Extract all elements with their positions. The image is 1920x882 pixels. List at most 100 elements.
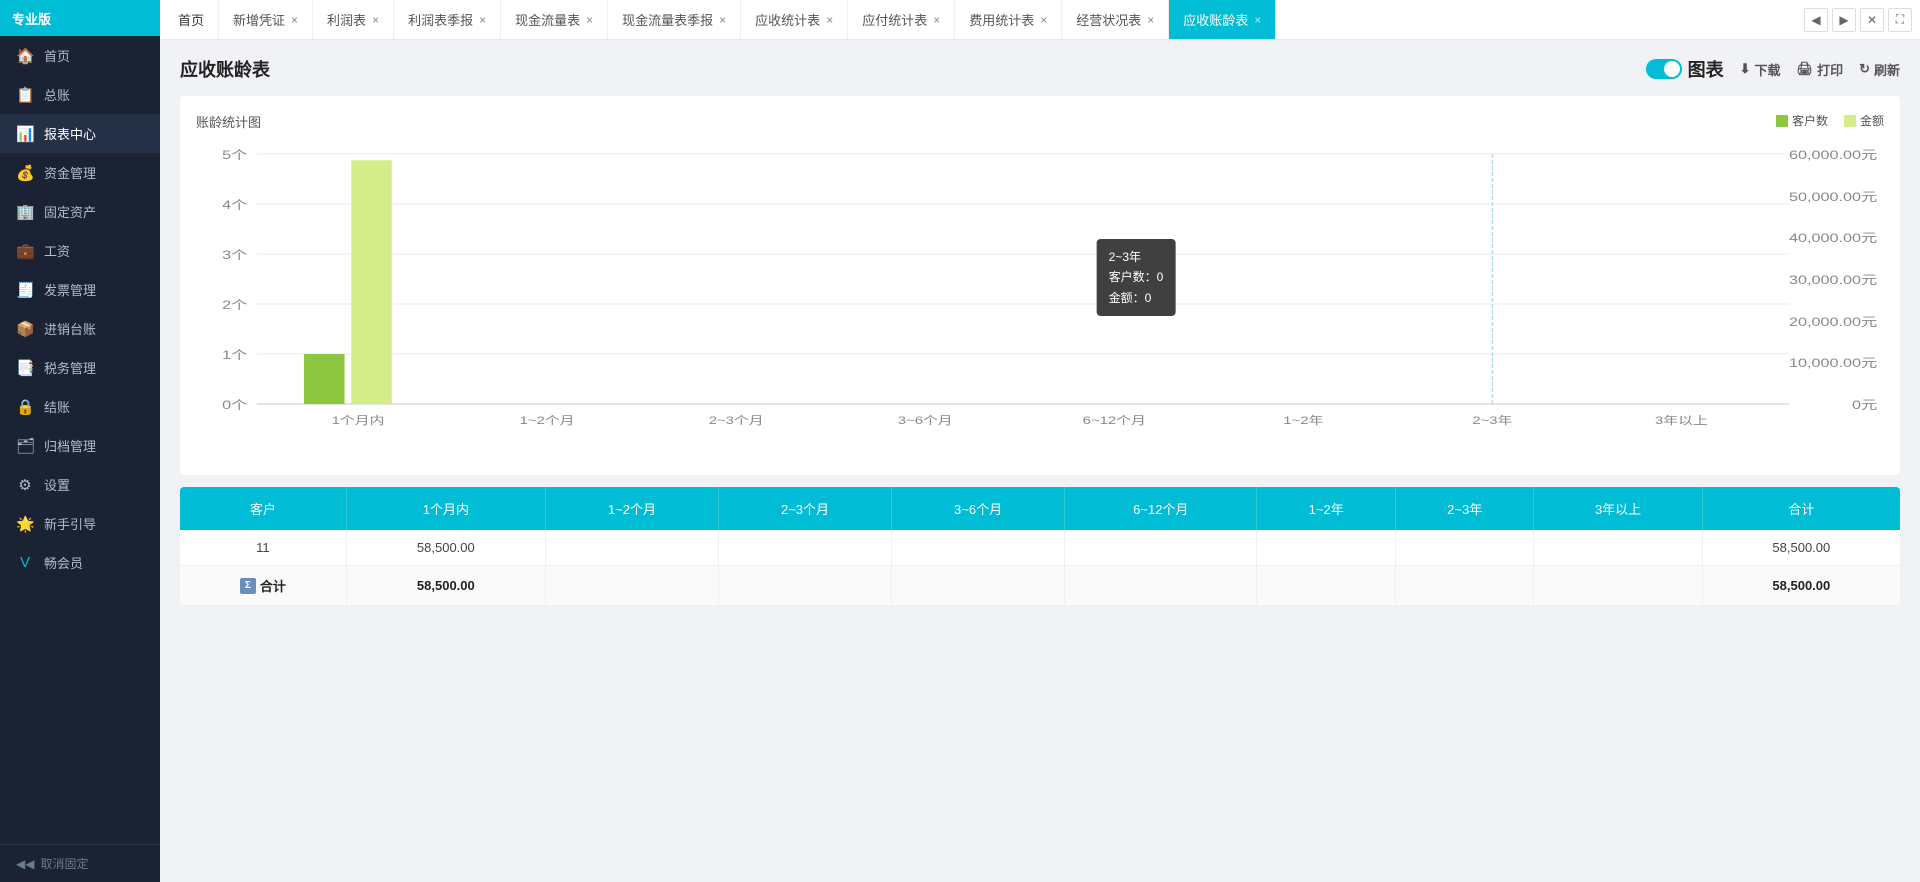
tab-expand-btn[interactable]: ⛶ xyxy=(1888,8,1912,32)
tab-voucher-close[interactable]: × xyxy=(291,13,298,27)
print-icon: 🖨 xyxy=(1797,61,1814,77)
sidebar-item-label: 畅会员 xyxy=(44,553,83,572)
total-label-text: 合计 xyxy=(260,576,286,595)
tab-profit-quarter[interactable]: 利润表季报 × xyxy=(394,0,501,40)
tab-ar-stat[interactable]: 应收统计表 × xyxy=(741,0,848,40)
chart-toggle-group: 图表 xyxy=(1646,56,1724,82)
svg-text:10,000.00元: 10,000.00元 xyxy=(1789,357,1877,370)
tab-business[interactable]: 经营状况表 × xyxy=(1062,0,1169,40)
refresh-icon: ↻ xyxy=(1859,61,1870,77)
invoice-icon: 🧾 xyxy=(16,281,34,299)
main-area: 首页 新增凭证 × 利润表 × 利润表季报 × 现金流量表 × 现金流量表季报 … xyxy=(160,0,1920,882)
total-y12 xyxy=(1257,566,1396,606)
svg-text:1个月内: 1个月内 xyxy=(332,414,385,427)
tab-close-all-btn[interactable]: ✕ xyxy=(1860,8,1884,32)
tab-profit-quarter-close[interactable]: × xyxy=(479,13,486,27)
tab-ar-aging[interactable]: 应收账龄表 × xyxy=(1169,0,1276,40)
unpin-button[interactable]: ◀◀ 取消固定 xyxy=(0,844,160,882)
tab-ar-aging-close[interactable]: × xyxy=(1254,13,1261,27)
tab-ap-stat-label: 应付统计表 xyxy=(862,10,927,29)
refresh-button[interactable]: ↻ 刷新 xyxy=(1859,60,1900,79)
total-label-wrapper: Σ 合计 xyxy=(188,576,338,595)
tab-profit-label: 利润表 xyxy=(327,10,366,29)
sidebar-item-report[interactable]: 📊 报表中心 xyxy=(0,114,160,153)
sidebar-item-home[interactable]: 🏠 首页 xyxy=(0,36,160,75)
sidebar-item-label: 工资 xyxy=(44,241,70,260)
page-title-text: 应收账龄表 xyxy=(180,56,270,82)
refresh-label: 刷新 xyxy=(1874,60,1900,79)
closing-icon: 🔒 xyxy=(16,398,34,416)
tab-home-label: 首页 xyxy=(178,10,204,29)
tab-next-btn[interactable]: ▶ xyxy=(1832,8,1856,32)
aging-table: 客户 1个月内 1~2个月 2~3个月 3~6个月 6~12个月 1~2年 2~… xyxy=(180,487,1900,606)
tab-home[interactable]: 首页 xyxy=(164,0,219,40)
salary-icon: 💼 xyxy=(16,242,34,260)
sidebar-item-label: 新手引导 xyxy=(44,514,96,533)
table-total-row: Σ 合计 58,500.00 58,500.00 xyxy=(180,566,1900,606)
col-m612: 6~12个月 xyxy=(1065,487,1257,530)
stock-icon: 📦 xyxy=(16,320,34,338)
sidebar-item-label: 报表中心 xyxy=(44,124,96,143)
tab-bar: 首页 新增凭证 × 利润表 × 利润表季报 × 现金流量表 × 现金流量表季报 … xyxy=(160,0,1920,40)
tab-profit[interactable]: 利润表 × xyxy=(313,0,394,40)
report-icon: 📊 xyxy=(16,125,34,143)
svg-text:3年以上: 3年以上 xyxy=(1655,414,1708,427)
legend-amount-dot xyxy=(1844,115,1856,127)
table-header-row: 客户 1个月内 1~2个月 2~3个月 3~6个月 6~12个月 1~2年 2~… xyxy=(180,487,1900,530)
svg-text:3个: 3个 xyxy=(222,248,247,262)
unpin-label: 取消固定 xyxy=(40,855,88,872)
sidebar-item-label: 首页 xyxy=(44,46,70,65)
tab-expense[interactable]: 费用统计表 × xyxy=(955,0,1062,40)
sidebar-item-closing[interactable]: 🔒 结账 xyxy=(0,387,160,426)
svg-text:0个: 0个 xyxy=(222,398,247,412)
tab-ap-stat[interactable]: 应付统计表 × xyxy=(848,0,955,40)
sidebar-item-label: 发票管理 xyxy=(44,280,96,299)
cell-y23 xyxy=(1395,530,1534,566)
total-m12 xyxy=(545,566,718,606)
sidebar-item-invoice[interactable]: 🧾 发票管理 xyxy=(0,270,160,309)
svg-text:3~6个月: 3~6个月 xyxy=(898,414,953,427)
sidebar-item-settings[interactable]: ⚙ 设置 xyxy=(0,465,160,504)
total-m36 xyxy=(892,566,1065,606)
tab-profit-close[interactable]: × xyxy=(372,13,379,27)
tab-cashflow[interactable]: 现金流量表 × xyxy=(501,0,608,40)
tab-business-close[interactable]: × xyxy=(1147,13,1154,27)
chart-title: 账龄统计图 xyxy=(196,112,1884,131)
download-button[interactable]: ⬇ 下载 xyxy=(1740,60,1781,79)
tab-ap-stat-close[interactable]: × xyxy=(933,13,940,27)
tab-cashflow-close[interactable]: × xyxy=(586,13,593,27)
tab-cashflow-quarter-close[interactable]: × xyxy=(719,13,726,27)
sidebar-item-guide[interactable]: 🌟 新手引导 xyxy=(0,504,160,543)
tab-ar-stat-close[interactable]: × xyxy=(826,13,833,27)
sidebar-item-stock[interactable]: 📦 进销台账 xyxy=(0,309,160,348)
tab-cashflow-quarter[interactable]: 现金流量表季报 × xyxy=(608,0,741,40)
svg-text:2~3年: 2~3年 xyxy=(1472,414,1512,427)
total-m612 xyxy=(1065,566,1257,606)
sidebar-item-salary[interactable]: 💼 工资 xyxy=(0,231,160,270)
tax-icon: 📑 xyxy=(16,359,34,377)
sidebar-item-tax[interactable]: 📑 税务管理 xyxy=(0,348,160,387)
asset-icon: 🏢 xyxy=(16,203,34,221)
svg-text:1~2个月: 1~2个月 xyxy=(520,414,575,427)
col-y23: 2~3年 xyxy=(1395,487,1534,530)
download-label: 下载 xyxy=(1755,60,1781,79)
legend-customers-label: 客户数 xyxy=(1792,112,1828,129)
svg-text:50,000.00元: 50,000.00元 xyxy=(1789,191,1877,204)
tab-prev-btn[interactable]: ◀ xyxy=(1804,8,1828,32)
tab-voucher[interactable]: 新增凭证 × xyxy=(219,0,313,40)
sidebar-item-fund[interactable]: 💰 资金管理 xyxy=(0,153,160,192)
print-button[interactable]: 🖨 打印 xyxy=(1797,60,1844,79)
cell-total: 58,500.00 xyxy=(1702,530,1900,566)
tab-expense-close[interactable]: × xyxy=(1040,13,1047,27)
bar-customers-0 xyxy=(304,354,345,404)
sidebar-item-ledger[interactable]: 📋 总账 xyxy=(0,75,160,114)
sidebar-item-member[interactable]: V 畅会员 xyxy=(0,543,160,582)
chart-toggle[interactable] xyxy=(1646,59,1682,79)
col-m12: 1~2个月 xyxy=(545,487,718,530)
svg-text:0元: 0元 xyxy=(1852,399,1877,412)
tab-expense-label: 费用统计表 xyxy=(969,10,1034,29)
legend-customers: 客户数 xyxy=(1776,112,1828,129)
sidebar-item-asset[interactable]: 🏢 固定资产 xyxy=(0,192,160,231)
sidebar-item-archive[interactable]: 🗂 归档管理 xyxy=(0,426,160,465)
svg-text:4个: 4个 xyxy=(222,198,247,212)
